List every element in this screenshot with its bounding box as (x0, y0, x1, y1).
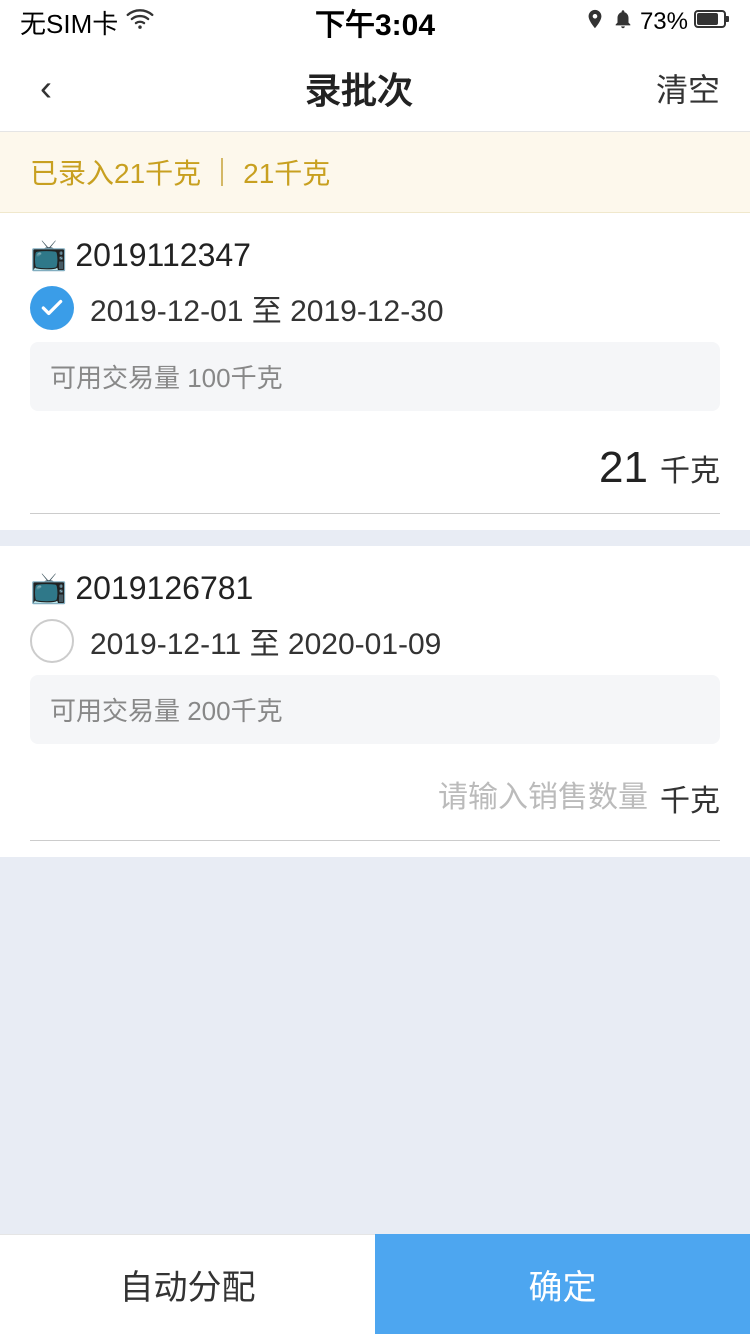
status-time: 下午3:04 (315, 0, 435, 44)
batch-1-unit: 千克 (660, 446, 720, 490)
batch-2-quantity-input[interactable] (30, 781, 648, 815)
batch-item-1: 📺 2019112347 2019-12-01 至 2019-12-30 可用交… (0, 213, 750, 530)
batch-2-quantity-row: 千克 (0, 760, 750, 840)
batch-2-id: 2019126781 (75, 570, 253, 607)
batch-1-spacer (0, 514, 750, 530)
carrier-label: 无SIM卡 (20, 4, 118, 41)
battery-icon (694, 8, 730, 36)
status-right: 73% (584, 8, 730, 37)
recorded-value: 21千克 (243, 152, 330, 192)
batch-1-date-row[interactable]: 2019-12-01 至 2019-12-30 (0, 274, 750, 342)
page-title: 录批次 (305, 62, 413, 114)
nav-bar: ‹ 录批次 清空 (0, 44, 750, 132)
batch-2-header: 📺 2019126781 (0, 546, 750, 607)
section-separator-1 (0, 530, 750, 546)
batch-1-date: 2019-12-01 至 2019-12-30 (90, 286, 444, 330)
batch-2-spacer (0, 841, 750, 857)
clear-button[interactable]: 清空 (656, 65, 720, 111)
battery-label: 73% (640, 8, 688, 36)
status-left: 无SIM卡 (20, 4, 154, 41)
auto-distribute-button[interactable]: 自动分配 (0, 1234, 375, 1334)
batch-1-quantity-row: 千克 (0, 427, 750, 513)
back-button[interactable]: ‹ (30, 57, 62, 119)
batch-2-available: 可用交易量 200千克 (30, 675, 720, 744)
batch-2-date: 2019-12-11 至 2020-01-09 (90, 619, 441, 663)
bottom-bar: 自动分配 确定 (0, 1234, 750, 1334)
alarm-icon (612, 8, 634, 37)
batch-id-icon-2: 📺 (30, 571, 67, 606)
batch-1-quantity-input[interactable] (488, 443, 648, 493)
batch-1-available: 可用交易量 100千克 (30, 342, 720, 411)
status-bar: 无SIM卡 下午3:04 73% (0, 0, 750, 44)
recorded-label: 已录入21千克 (30, 152, 201, 192)
batch-2-unit: 千克 (660, 776, 720, 820)
batch-2-checkbox[interactable] (30, 619, 74, 663)
wifi-icon (126, 5, 154, 40)
batch-id-icon-1: 📺 (30, 238, 67, 273)
batch-1-checkbox[interactable] (30, 286, 74, 330)
batch-item-2: 📺 2019126781 2019-12-11 至 2020-01-09 可用交… (0, 546, 750, 857)
content-area: 📺 2019112347 2019-12-01 至 2019-12-30 可用交… (0, 213, 750, 1315)
info-banner: 已录入21千克 21千克 (0, 132, 750, 213)
batch-1-id: 2019112347 (75, 237, 251, 274)
confirm-button[interactable]: 确定 (375, 1234, 750, 1334)
batch-2-date-row[interactable]: 2019-12-11 至 2020-01-09 (0, 607, 750, 675)
location-icon (584, 8, 606, 37)
banner-divider (221, 158, 223, 186)
batch-1-header: 📺 2019112347 (0, 213, 750, 274)
section-separator-2 (0, 857, 750, 873)
